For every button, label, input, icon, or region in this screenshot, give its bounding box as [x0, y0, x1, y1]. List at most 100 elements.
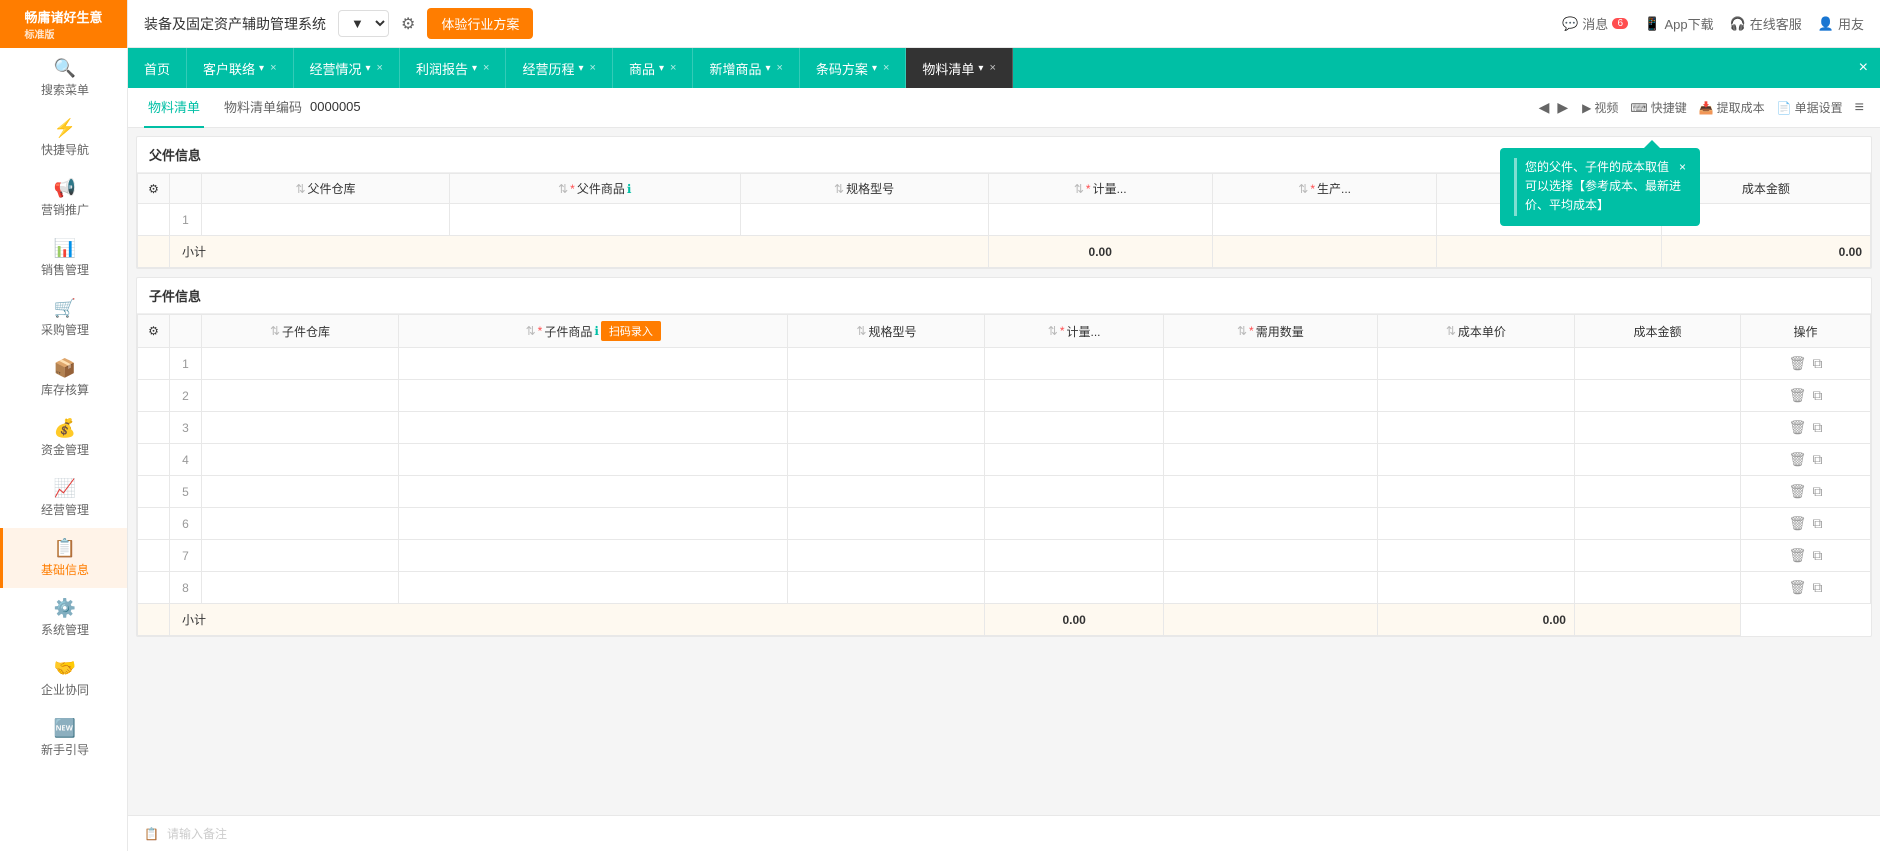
sidebar-item-finance[interactable]: 💰 资金管理 — [0, 408, 127, 468]
sidebar-item-inventory[interactable]: 📦 库存核算 — [0, 348, 127, 408]
delete-icon[interactable]: 🗑 — [1789, 547, 1807, 564]
copy-icon[interactable]: ⧉ — [1812, 451, 1822, 468]
column-settings-icon[interactable]: ⚙ — [148, 182, 159, 196]
system-selector[interactable]: ▼ — [338, 10, 389, 37]
prev-arrow[interactable]: ◀ — [1537, 97, 1552, 118]
copy-icon[interactable]: ⧉ — [1812, 547, 1822, 564]
row-spec[interactable] — [788, 540, 985, 572]
copy-icon[interactable]: ⧉ — [1812, 387, 1822, 404]
app-download-button[interactable]: 📱 App下载 — [1644, 14, 1713, 33]
tab-goods[interactable]: 商品 ▾ × — [613, 48, 693, 88]
copy-icon[interactable]: ⧉ — [1812, 419, 1822, 436]
extract-cost-button[interactable]: 📥 提取成本 — [1699, 99, 1765, 116]
row-unit[interactable] — [988, 204, 1212, 236]
row-qty[interactable] — [1163, 476, 1377, 508]
row-qty[interactable] — [1163, 572, 1377, 604]
row-spec[interactable] — [740, 204, 988, 236]
messages-button[interactable]: 💬 消息 6 — [1562, 14, 1628, 33]
tab-bom[interactable]: 物料清单 ▾ × — [906, 48, 1012, 88]
tab-bom-close[interactable]: × — [989, 62, 995, 74]
sidebar-item-basic[interactable]: 📋 基础信息 — [0, 528, 127, 588]
shortcut-button[interactable]: ⌨ 快捷键 — [1630, 99, 1686, 116]
row-warehouse[interactable] — [202, 204, 450, 236]
row-goods[interactable] — [399, 412, 788, 444]
sub-tab-code[interactable]: 物料清单编码 0000005 — [220, 88, 365, 128]
row-goods[interactable] — [399, 508, 788, 540]
row-goods[interactable] — [449, 204, 740, 236]
row-goods[interactable] — [399, 540, 788, 572]
row-warehouse[interactable] — [202, 348, 399, 380]
sidebar-item-quicknav[interactable]: ⚡ 快捷导航 — [0, 108, 127, 168]
row-goods[interactable] — [399, 348, 788, 380]
row-qty[interactable] — [1163, 412, 1377, 444]
sidebar-item-guide[interactable]: 🆕 新手引导 — [0, 708, 127, 768]
row-unit[interactable] — [985, 508, 1163, 540]
delete-icon[interactable]: 🗑 — [1789, 483, 1807, 500]
row-unit[interactable] — [985, 540, 1163, 572]
row-goods[interactable] — [399, 476, 788, 508]
row-unit[interactable] — [985, 444, 1163, 476]
tooltip-close-button[interactable]: × — [1679, 158, 1686, 177]
delete-icon[interactable]: 🗑 — [1789, 451, 1807, 468]
tab-customer-close[interactable]: × — [270, 62, 276, 74]
view-toggle-list[interactable]: ≡ — [1855, 99, 1864, 117]
row-goods[interactable] — [399, 444, 788, 476]
tab-history[interactable]: 经营历程 ▾ × — [506, 48, 612, 88]
single-settings-button[interactable]: 📄 单据设置 — [1777, 99, 1843, 116]
row-qty[interactable] — [1163, 540, 1377, 572]
sidebar-item-enterprise[interactable]: 🤝 企业协同 — [0, 648, 127, 708]
row-warehouse[interactable] — [202, 508, 399, 540]
delete-icon[interactable]: 🗑 — [1789, 419, 1807, 436]
copy-icon[interactable]: ⧉ — [1812, 355, 1822, 372]
sidebar-item-purchase[interactable]: 🛒 采购管理 — [0, 288, 127, 348]
row-unit[interactable] — [985, 476, 1163, 508]
row-qty[interactable] — [1163, 508, 1377, 540]
delete-icon[interactable]: 🗑 — [1789, 355, 1807, 372]
row-warehouse[interactable] — [202, 572, 399, 604]
delete-icon[interactable]: 🗑 — [1789, 579, 1807, 596]
row-spec[interactable] — [788, 572, 985, 604]
delete-icon[interactable]: 🗑 — [1789, 387, 1807, 404]
row-spec[interactable] — [788, 476, 985, 508]
row-warehouse[interactable] — [202, 412, 399, 444]
tab-barcode[interactable]: 条码方案 ▾ × — [800, 48, 906, 88]
row-goods[interactable] — [399, 572, 788, 604]
row-unit-cost[interactable] — [1377, 444, 1574, 476]
row-warehouse[interactable] — [202, 444, 399, 476]
settings-icon[interactable]: ⚙ — [401, 14, 415, 34]
experience-button[interactable]: 体验行业方案 — [427, 8, 533, 39]
delete-icon[interactable]: 🗑 — [1789, 515, 1807, 532]
row-qty[interactable] — [1163, 380, 1377, 412]
copy-icon[interactable]: ⧉ — [1812, 483, 1822, 500]
row-unit-cost[interactable] — [1377, 412, 1574, 444]
sub-tab-list[interactable]: 物料清单 — [144, 88, 204, 128]
sidebar-item-search[interactable]: 🔍 搜索菜单 — [0, 48, 127, 108]
row-unit-cost[interactable] — [1377, 508, 1574, 540]
sidebar-item-marketing[interactable]: 📢 营销推广 — [0, 168, 127, 228]
tab-profit[interactable]: 利润报告 ▾ × — [400, 48, 506, 88]
row-goods[interactable] — [399, 380, 788, 412]
row-production[interactable] — [1212, 204, 1436, 236]
row-warehouse[interactable] — [202, 380, 399, 412]
row-unit[interactable] — [985, 380, 1163, 412]
tab-operations[interactable]: 经营情况 ▾ × — [294, 48, 400, 88]
user-button[interactable]: 👤 用友 — [1818, 14, 1864, 33]
tab-goods-close[interactable]: × — [670, 62, 676, 74]
column-settings-icon[interactable]: ⚙ — [148, 324, 159, 338]
tab-history-close[interactable]: × — [590, 62, 596, 74]
row-spec[interactable] — [788, 508, 985, 540]
row-warehouse[interactable] — [202, 540, 399, 572]
row-qty[interactable] — [1163, 444, 1377, 476]
copy-icon[interactable]: ⧉ — [1812, 515, 1822, 532]
tab-operations-close[interactable]: × — [377, 62, 383, 74]
row-warehouse[interactable] — [202, 476, 399, 508]
row-unit-cost[interactable] — [1377, 380, 1574, 412]
next-arrow[interactable]: ▶ — [1555, 97, 1570, 118]
row-unit[interactable] — [985, 572, 1163, 604]
page-close-button[interactable]: × — [1847, 59, 1880, 77]
tab-barcode-close[interactable]: × — [883, 62, 889, 74]
row-unit-cost[interactable] — [1377, 348, 1574, 380]
tab-home[interactable]: 首页 — [128, 48, 187, 88]
video-button[interactable]: ▶ 视频 — [1582, 99, 1618, 116]
row-unit-cost[interactable] — [1377, 476, 1574, 508]
